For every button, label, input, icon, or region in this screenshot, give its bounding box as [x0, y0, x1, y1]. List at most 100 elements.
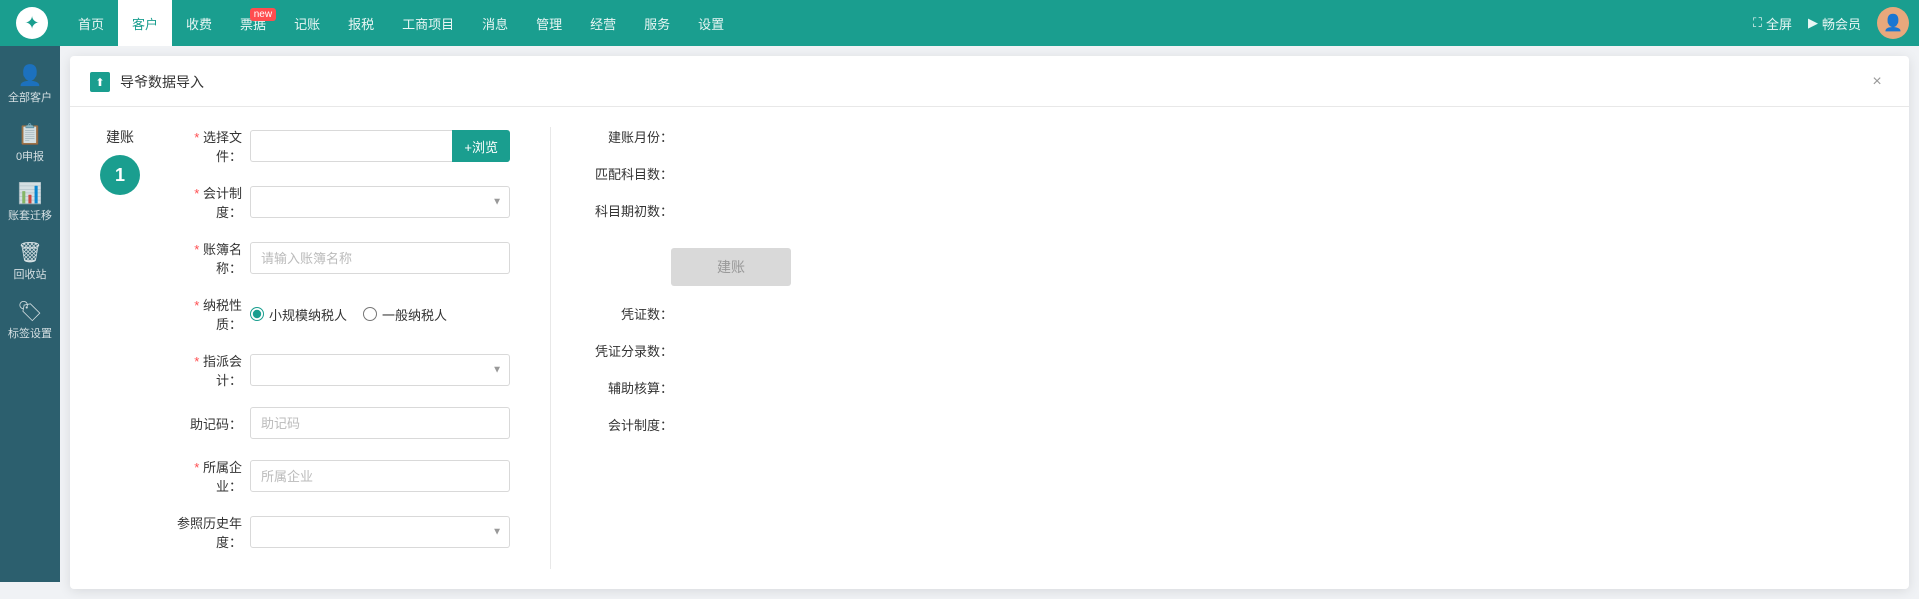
aux-accounting-row: 辅助核算： — [591, 378, 931, 397]
file-input-group: +浏览 — [250, 130, 510, 162]
nav-item-invoice[interactable]: 票据 new — [226, 0, 280, 46]
required-star: * — [194, 130, 199, 145]
reference-year-label: 参照历史年度： — [170, 513, 250, 551]
ledger-name-input[interactable] — [250, 242, 510, 274]
nav-item-service[interactable]: 服务 — [630, 0, 684, 46]
nav-item-tax[interactable]: 报税 — [334, 0, 388, 46]
aux-accounting-label: 辅助核算： — [591, 378, 681, 397]
voucher-entries-row: 凭证分录数： — [591, 341, 931, 360]
tax-type-general-radio[interactable] — [363, 307, 377, 321]
accounting-system-label: * 会计制度： — [170, 183, 250, 221]
form-divider — [550, 127, 551, 569]
voucher-entries-label: 凭证分录数： — [591, 341, 681, 360]
account-migrate-icon: 📊 — [18, 184, 43, 204]
required-star-3: * — [194, 242, 199, 257]
sidebar: 👤 全部客户 📋 0申报 📊 账套迁移 🗑 回收站 🏷 标签设置 — [0, 46, 60, 582]
reference-year-select-wrapper: ▼ — [250, 516, 510, 548]
accounting-system-row: * 会计制度： ▼ — [170, 183, 510, 221]
tag-settings-icon: 🏷 — [17, 302, 42, 322]
sidebar-item-tag-settings[interactable]: 🏷 标签设置 — [0, 292, 60, 351]
member-icon: ▶ — [1808, 15, 1818, 31]
nav-item-finance[interactable]: 经营 — [576, 0, 630, 46]
assign-accountant-label: * 指派会计： — [170, 351, 250, 389]
required-star-5: * — [194, 354, 199, 369]
import-icon: ⬆ — [90, 72, 110, 92]
reference-year-row: 参照历史年度： ▼ — [170, 513, 510, 551]
assign-accountant-row: * 指派会计： ▼ — [170, 351, 510, 389]
nav-item-industry[interactable]: 工商项目 — [388, 0, 468, 46]
nav-right: ⛶ 全屏 ▶ 畅会员 👤 — [1753, 7, 1909, 39]
step-section: 建账 1 — [100, 127, 140, 569]
account-month-row: 建账月份： — [591, 127, 931, 146]
memo-code-input[interactable] — [250, 407, 510, 439]
tax-type-general-label[interactable]: 一般纳税人 — [363, 305, 447, 324]
match-subject-row: 匹配科目数： — [591, 164, 931, 183]
required-star-4: * — [194, 298, 199, 313]
memo-code-row: 助记码： — [170, 407, 510, 439]
sidebar-item-declare[interactable]: 📋 0申报 — [0, 115, 60, 174]
top-navigation: ✦ 首页 客户 收费 票据 new 记账 报税 工商项目 消息 管理 经营 服务… — [0, 0, 1919, 46]
step-label: 建账 — [106, 127, 134, 147]
sidebar-item-all-clients[interactable]: 👤 全部客户 — [0, 56, 60, 115]
build-account-button[interactable]: 建账 — [671, 248, 791, 286]
nav-item-manage[interactable]: 管理 — [522, 0, 576, 46]
dialog-close-button[interactable]: × — [1865, 70, 1889, 94]
avatar[interactable]: 👤 — [1877, 7, 1909, 39]
nav-item-client[interactable]: 客户 — [118, 0, 172, 46]
fullscreen-button[interactable]: ⛶ 全屏 — [1753, 14, 1792, 33]
belong-enterprise-row: * 所属企业： — [170, 457, 510, 495]
tax-type-label: * 纳税性质： — [170, 295, 250, 333]
file-select-label: * 选择文件： — [170, 127, 250, 165]
build-btn-row: 建账 — [591, 238, 931, 286]
voucher-count-label: 凭证数： — [591, 304, 681, 323]
avatar-icon: 👤 — [1883, 13, 1903, 33]
dialog-title: ⬆ 导爷数据导入 — [90, 72, 204, 92]
sidebar-item-recycle[interactable]: 🗑 回收站 — [0, 233, 60, 292]
accounting-system-select[interactable] — [250, 186, 510, 218]
nav-badge-new: new — [250, 8, 276, 21]
belong-enterprise-label: * 所属企业： — [170, 457, 250, 495]
nav-item-settings[interactable]: 设置 — [684, 0, 738, 46]
form-area: 建账 1 * 选择文件： +浏览 — [70, 107, 1909, 589]
declare-icon: 📋 — [18, 125, 43, 145]
ledger-name-row: * 账簿名称： — [170, 239, 510, 277]
nav-items: 首页 客户 收费 票据 new 记账 报税 工商项目 消息 管理 经营 服务 设… — [64, 0, 1753, 46]
dialog: ⬆ 导爷数据导入 × 建账 1 * 选择文件： — [70, 56, 1909, 589]
subject-initial-label: 科目期初数： — [591, 201, 681, 220]
nav-item-fee[interactable]: 收费 — [172, 0, 226, 46]
recycle-icon: 🗑 — [17, 243, 42, 263]
logo-icon: ✦ — [16, 7, 48, 39]
main-content: ⬆ 导爷数据导入 × 建账 1 * 选择文件： — [60, 46, 1919, 599]
right-accounting-system-row: 会计制度： — [591, 415, 931, 434]
file-text-input[interactable] — [250, 130, 452, 162]
browse-button[interactable]: +浏览 — [452, 130, 510, 162]
nav-item-home[interactable]: 首页 — [64, 0, 118, 46]
right-form: 建账月份： 匹配科目数： 科目期初数： 建账 — [591, 127, 931, 569]
tax-type-small-label[interactable]: 小规模纳税人 — [250, 305, 347, 324]
tax-type-small-radio[interactable] — [250, 307, 264, 321]
belong-enterprise-input[interactable] — [250, 460, 510, 492]
member-button[interactable]: ▶ 畅会员 — [1808, 14, 1861, 33]
file-select-row: * 选择文件： +浏览 — [170, 127, 510, 165]
all-clients-icon: 👤 — [18, 66, 43, 86]
app-logo[interactable]: ✦ — [10, 1, 54, 45]
dialog-header: ⬆ 导爷数据导入 × — [70, 56, 1909, 107]
nav-item-message[interactable]: 消息 — [468, 0, 522, 46]
fullscreen-icon: ⛶ — [1753, 15, 1762, 31]
assign-accountant-select[interactable] — [250, 354, 510, 386]
sidebar-item-account-migrate[interactable]: 📊 账套迁移 — [0, 174, 60, 233]
tax-type-radio-group: 小规模纳税人 一般纳税人 — [250, 305, 510, 324]
subject-initial-row: 科目期初数： — [591, 201, 931, 220]
memo-code-label: 助记码： — [170, 414, 250, 433]
right-accounting-system-label: 会计制度： — [591, 415, 681, 434]
nav-item-account[interactable]: 记账 — [280, 0, 334, 46]
step-circle: 1 — [100, 155, 140, 195]
ledger-name-label: * 账簿名称： — [170, 239, 250, 277]
reference-year-select[interactable] — [250, 516, 510, 548]
required-star-6: * — [194, 460, 199, 475]
voucher-count-row: 凭证数： — [591, 304, 931, 323]
accounting-system-select-wrapper: ▼ — [250, 186, 510, 218]
tax-type-row: * 纳税性质： 小规模纳税人 一般纳税人 — [170, 295, 510, 333]
left-form: * 选择文件： +浏览 * 会计制度： — [170, 127, 510, 569]
assign-accountant-select-wrapper: ▼ — [250, 354, 510, 386]
